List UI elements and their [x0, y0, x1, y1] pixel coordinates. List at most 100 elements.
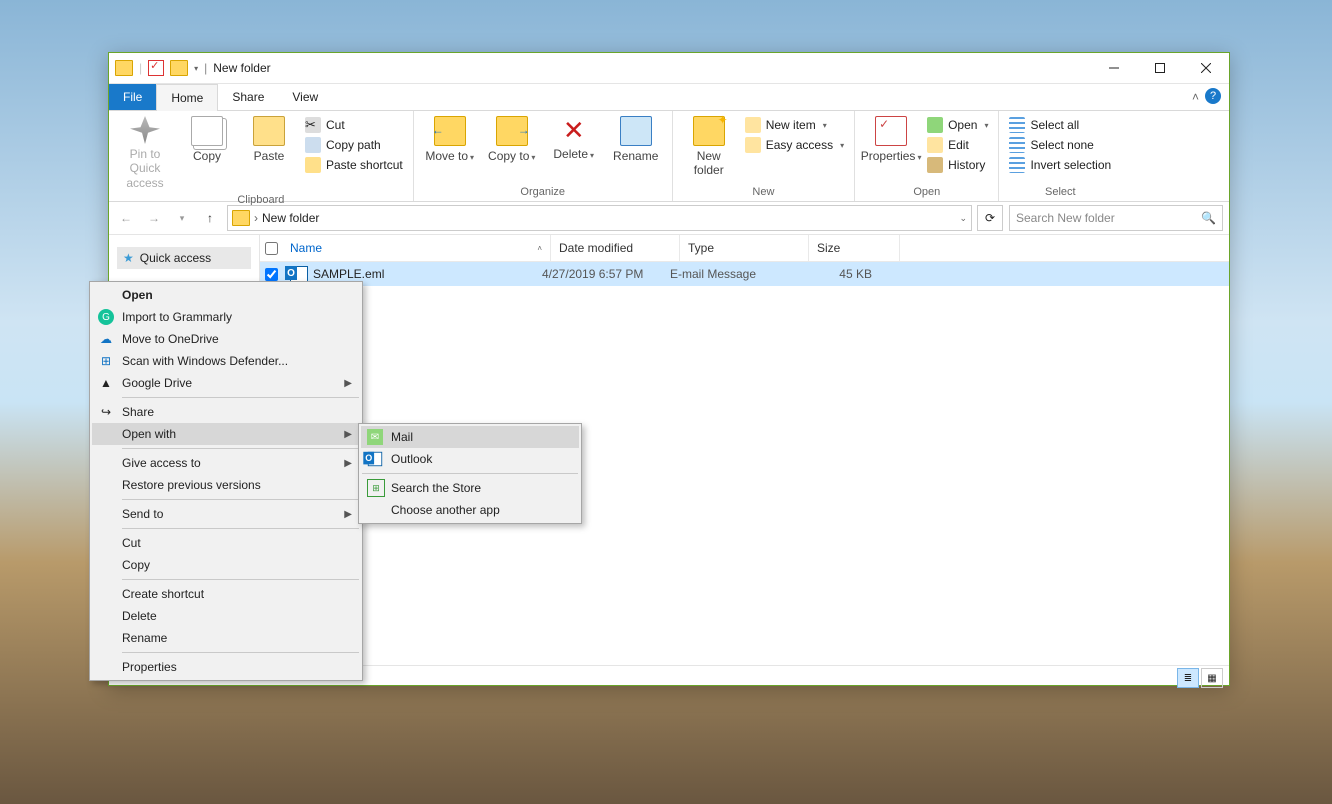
close-button[interactable]	[1183, 53, 1229, 83]
invert-selection-button[interactable]: Invert selection	[1005, 156, 1115, 174]
tab-view[interactable]: View	[278, 84, 332, 110]
sidebar-item-quick-access[interactable]: ★ Quick access	[117, 247, 251, 269]
file-row[interactable]: SAMPLE.eml 4/27/2019 6:57 PM E-mail Mess…	[260, 262, 1229, 286]
qat-dropdown[interactable]: ▾	[194, 64, 198, 73]
folder-icon	[232, 210, 250, 226]
select-none-button[interactable]: Select none	[1005, 136, 1115, 154]
chevron-right-icon: ▶	[344, 458, 352, 469]
new-folder-button[interactable]: New folder	[679, 114, 739, 180]
help-icon[interactable]: ?	[1205, 88, 1221, 104]
ctx-google-drive[interactable]: ▲Google Drive▶	[92, 372, 360, 394]
store-icon: ⊞	[367, 479, 385, 497]
details-view-button[interactable]: ≣	[1177, 668, 1199, 688]
ctx-copy[interactable]: Copy	[92, 554, 360, 576]
checkbox-icon[interactable]	[148, 60, 164, 76]
pin-quick-access-button[interactable]: Pin to Quick access	[115, 114, 175, 192]
ctx-cut[interactable]: Cut	[92, 532, 360, 554]
icons-view-button[interactable]: ▦	[1201, 668, 1223, 688]
col-name[interactable]: Name˄	[282, 235, 551, 261]
ribbon: Pin to Quick access Copy Paste Cut Copy …	[109, 111, 1229, 202]
ctx-open[interactable]: Open	[92, 284, 360, 306]
group-select: Select all Select none Invert selection …	[999, 111, 1121, 201]
rename-button[interactable]: Rename	[606, 114, 666, 165]
grammarly-icon: G	[98, 309, 114, 325]
collapse-ribbon-icon[interactable]: ˄	[1192, 90, 1199, 104]
forward-button[interactable]: →	[143, 207, 165, 229]
copy-button[interactable]: Copy	[177, 114, 237, 165]
properties-button[interactable]: Properties	[861, 114, 921, 165]
address-bar[interactable]: › New folder ⌄	[227, 205, 972, 231]
maximize-button[interactable]	[1137, 53, 1183, 83]
copy-to-button[interactable]: Copy to	[482, 114, 542, 165]
new-item-button[interactable]: New item	[741, 116, 848, 134]
folder-icon	[170, 60, 188, 76]
tab-share[interactable]: Share	[218, 84, 278, 110]
delete-button[interactable]: ✕Delete	[544, 114, 604, 163]
open-button[interactable]: Open	[923, 116, 992, 134]
ctx-rename[interactable]: Rename	[92, 627, 360, 649]
tab-file[interactable]: File	[109, 84, 156, 110]
select-all-checkbox[interactable]	[265, 242, 278, 255]
submenu-mail[interactable]: ✉Mail	[361, 426, 579, 448]
ctx-import-grammarly[interactable]: GImport to Grammarly	[92, 306, 360, 328]
ctx-restore[interactable]: Restore previous versions	[92, 474, 360, 496]
col-date[interactable]: Date modified	[551, 235, 680, 261]
qat-sep: |	[139, 61, 142, 75]
ctx-scan-defender[interactable]: ⊞Scan with Windows Defender...	[92, 350, 360, 372]
ctx-give-access[interactable]: Give access to▶	[92, 452, 360, 474]
group-new: New folder New item Easy access New	[673, 111, 855, 201]
copy-path-button[interactable]: Copy path	[301, 136, 407, 154]
recent-locations-button[interactable]: ▾	[171, 207, 193, 229]
outlook-icon	[290, 266, 308, 282]
easy-access-button[interactable]: Easy access	[741, 136, 848, 154]
group-organize: Move to Copy to ✕Delete Rename Organize	[414, 111, 673, 201]
edit-icon	[927, 137, 943, 153]
up-button[interactable]: ↑	[199, 207, 221, 229]
ctx-move-onedrive[interactable]: ☁Move to OneDrive	[92, 328, 360, 350]
window-title: New folder	[213, 61, 270, 75]
submenu-search-store[interactable]: ⊞Search the Store	[361, 477, 579, 499]
submenu-outlook[interactable]: Outlook	[361, 448, 579, 470]
refresh-button[interactable]: ⟳	[977, 205, 1003, 231]
minimize-button[interactable]	[1091, 53, 1137, 83]
move-to-button[interactable]: Move to	[420, 114, 480, 165]
row-checkbox[interactable]	[265, 268, 278, 281]
history-icon	[927, 157, 943, 173]
col-size[interactable]: Size	[809, 235, 900, 261]
folder-icon	[115, 60, 133, 76]
search-placeholder: Search New folder	[1016, 211, 1115, 225]
edit-button[interactable]: Edit	[923, 136, 992, 154]
search-box[interactable]: Search New folder 🔍	[1009, 205, 1223, 231]
paste-button[interactable]: Paste	[239, 114, 299, 165]
ctx-create-shortcut[interactable]: Create shortcut	[92, 583, 360, 605]
cut-button[interactable]: Cut	[301, 116, 407, 134]
ctx-send-to[interactable]: Send to▶	[92, 503, 360, 525]
ctx-share[interactable]: ↪Share	[92, 401, 360, 423]
ribbon-tabs: File Home Share View ˄ ?	[109, 84, 1229, 111]
address-dropdown[interactable]: ⌄	[959, 213, 967, 224]
ctx-properties[interactable]: Properties	[92, 656, 360, 678]
copy-path-icon	[305, 137, 321, 153]
col-type[interactable]: Type	[680, 235, 809, 261]
defender-icon: ⊞	[98, 353, 114, 369]
select-all-button[interactable]: Select all	[1005, 116, 1115, 134]
chevron-right-icon: ▶	[344, 429, 352, 440]
select-all-icon	[1009, 117, 1025, 133]
history-button[interactable]: History	[923, 156, 992, 174]
breadcrumb[interactable]: New folder	[262, 211, 319, 225]
tab-home[interactable]: Home	[156, 84, 218, 111]
group-open: Properties Open Edit History Open	[855, 111, 999, 201]
select-none-icon	[1009, 137, 1025, 153]
scissors-icon	[305, 117, 321, 133]
mail-icon: ✉	[367, 429, 383, 445]
file-type: E-mail Message	[662, 267, 790, 281]
file-name: SAMPLE.eml	[313, 267, 384, 281]
ctx-delete[interactable]: Delete	[92, 605, 360, 627]
share-icon: ↪	[98, 404, 114, 420]
group-clipboard: Pin to Quick access Copy Paste Cut Copy …	[109, 111, 414, 201]
paste-shortcut-icon	[305, 157, 321, 173]
back-button[interactable]: ←	[115, 207, 137, 229]
ctx-open-with[interactable]: Open with▶	[92, 423, 360, 445]
paste-shortcut-button[interactable]: Paste shortcut	[301, 156, 407, 174]
submenu-choose-another[interactable]: Choose another app	[361, 499, 579, 521]
